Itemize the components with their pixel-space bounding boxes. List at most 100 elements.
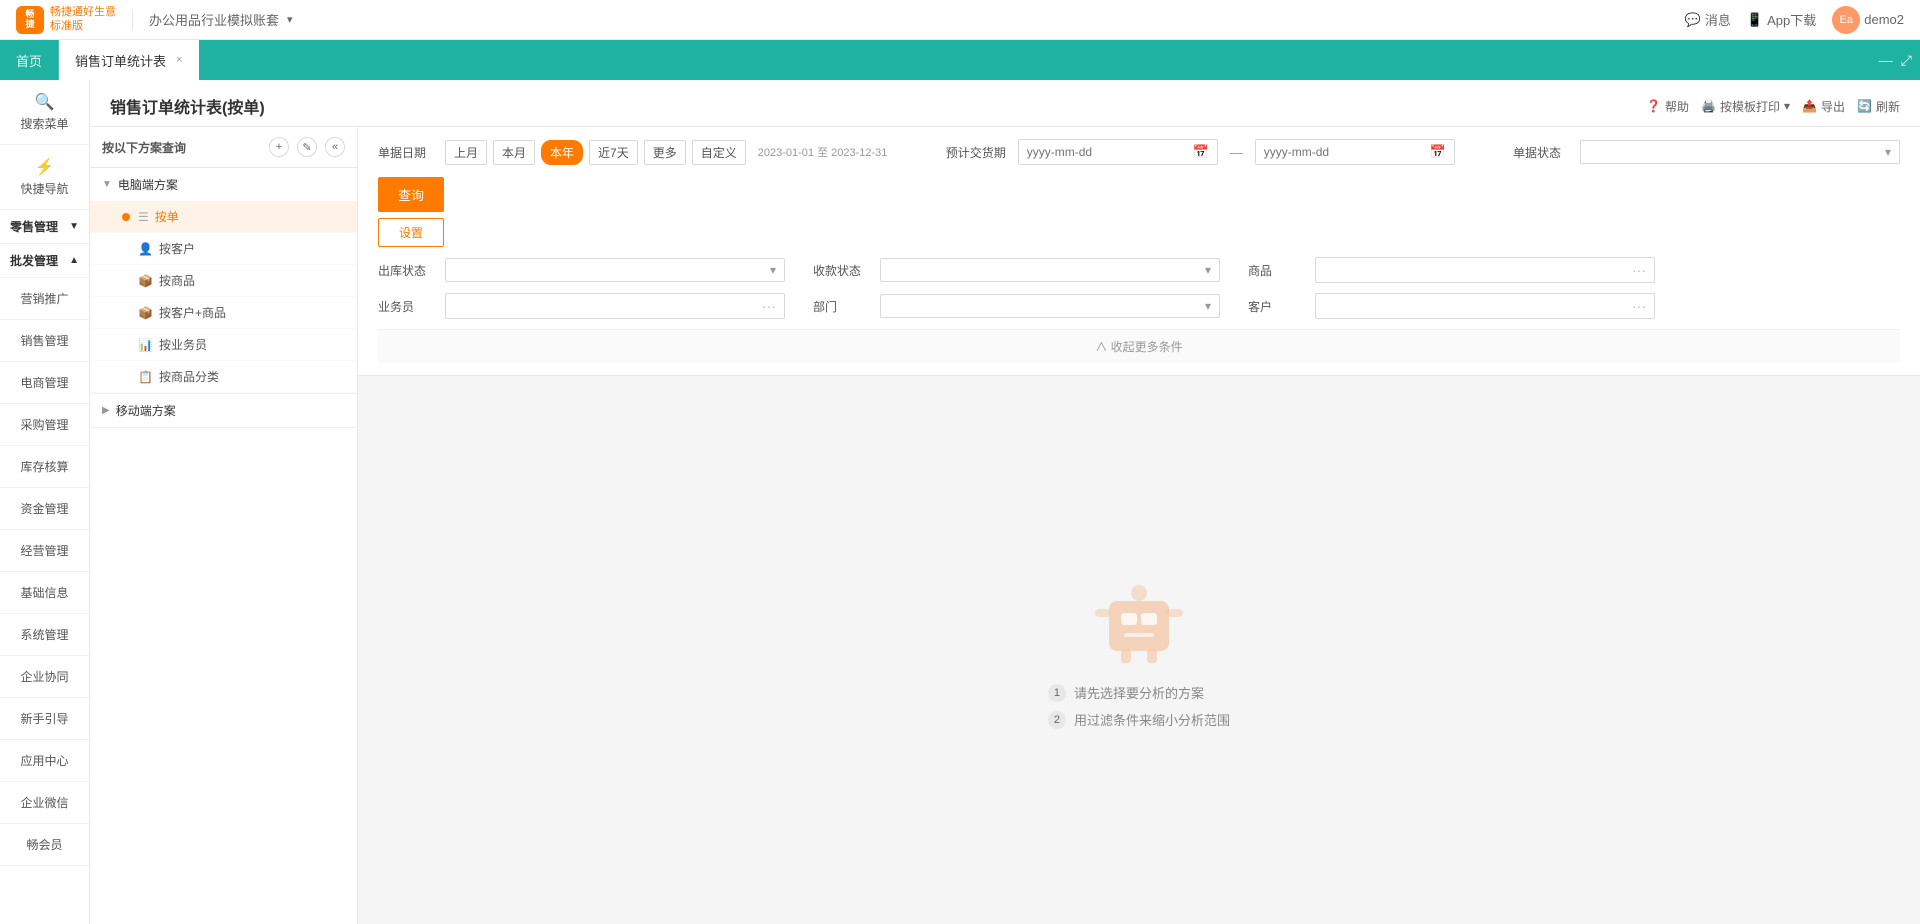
status-label: 单据状态 xyxy=(1513,144,1568,161)
salesperson-input-wrap[interactable]: ··· xyxy=(445,293,785,319)
refresh-btn[interactable]: 🔄 刷新 xyxy=(1857,98,1900,115)
quick-nav-icon: ⚡ xyxy=(35,157,55,177)
sidebar-item-finance[interactable]: 资金管理 xyxy=(0,488,89,530)
tab-minimize-btn[interactable]: — xyxy=(1879,52,1893,68)
scheme-group-mobile-header[interactable]: ▶ 移动端方案 xyxy=(90,394,357,427)
scheme-item-by-product-category[interactable]: 📋 按商品分类 xyxy=(90,361,357,393)
payment-dropdown-icon: ▾ xyxy=(1205,263,1211,277)
date-btn-this-year[interactable]: 本年 xyxy=(541,140,583,165)
salesperson-label: 业务员 xyxy=(378,298,433,315)
sidebar-item-wechat[interactable]: 企业微信 xyxy=(0,782,89,824)
sidebar-item-enterprise[interactable]: 企业协同 xyxy=(0,656,89,698)
scheme-item-by-customer-product[interactable]: 📦 按客户+商品 xyxy=(90,297,357,329)
sidebar-item-marketing[interactable]: 营销推广 xyxy=(0,278,89,320)
tab-maximize-btn[interactable]: ⤢ xyxy=(1901,52,1912,69)
customer-more-icon[interactable]: ··· xyxy=(1632,298,1646,314)
date-btn-this-month[interactable]: 本月 xyxy=(493,140,535,165)
customer-label: 客户 xyxy=(1248,298,1303,315)
product-more-icon[interactable]: ··· xyxy=(1632,262,1646,278)
sidebar-item-retail[interactable]: 零售管理 ▼ xyxy=(0,210,89,244)
sidebar-item-basic[interactable]: 基础信息 xyxy=(0,572,89,614)
sidebar-item-quick-nav[interactable]: ⚡ 快捷导航 xyxy=(0,145,89,210)
sidebar-item-search[interactable]: 🔍 搜索菜单 xyxy=(0,80,89,145)
scheme-item-by-customer[interactable]: 👤 按客户 xyxy=(90,233,357,265)
topbar-dropdown-icon[interactable]: ▾ xyxy=(287,13,293,26)
status-select[interactable]: ▾ xyxy=(1580,140,1900,164)
collapse-bar[interactable]: ∧ 收起更多条件 xyxy=(378,329,1900,363)
scheme-item-by-order[interactable]: ☰ 按单 xyxy=(90,201,357,233)
dept-select[interactable]: ▾ xyxy=(880,294,1220,318)
sidebar-item-wholesale[interactable]: 批发管理 ▲ xyxy=(0,244,89,278)
date-btn-last-month[interactable]: 上月 xyxy=(445,140,487,165)
payment-status-label: 收款状态 xyxy=(813,262,868,279)
pc-group-toggle-icon: ▼ xyxy=(102,179,112,190)
sidebar-item-purchase[interactable]: 采购管理 xyxy=(0,404,89,446)
user-menu[interactable]: Ea demo2 xyxy=(1832,6,1904,34)
date-btn-custom[interactable]: 自定义 xyxy=(692,140,746,165)
scheme-group-pc-header[interactable]: ▼ 电脑端方案 xyxy=(90,168,357,201)
sidebar-item-operations[interactable]: 经营管理 xyxy=(0,530,89,572)
app-title: 办公用品行业模拟账套 xyxy=(149,10,279,29)
expected-date-end-input[interactable] xyxy=(1264,145,1424,159)
tab-close-icon[interactable]: × xyxy=(176,54,182,66)
scheme-group-pc: ▼ 电脑端方案 ☰ 按单 👤 按客户 📦 xyxy=(90,168,357,394)
filter-row-3: 业务员 ··· 部门 ▾ 客户 ··· xyxy=(378,293,1900,319)
shipment-status-select[interactable]: ▾ xyxy=(445,258,785,282)
scheme-edit-btn[interactable]: ✎ xyxy=(297,137,317,157)
setting-btn[interactable]: 设置 xyxy=(378,218,444,247)
payment-status-select[interactable]: ▾ xyxy=(880,258,1220,282)
sidebar-item-inventory[interactable]: 库存核算 xyxy=(0,446,89,488)
expected-date-start-wrap[interactable]: 📅 xyxy=(1018,139,1218,165)
expected-date-start-input[interactable] xyxy=(1027,145,1187,159)
sidebar-item-membership[interactable]: 畅会员 xyxy=(0,824,89,866)
empty-illustration xyxy=(1079,571,1199,671)
retail-arrow-icon: ▼ xyxy=(69,221,79,232)
wholesale-arrow-icon: ▲ xyxy=(69,255,79,266)
collapse-icon: ∧ xyxy=(1095,340,1110,354)
help-btn[interactable]: ❓ 帮助 xyxy=(1646,98,1689,115)
filter-row-2: 出库状态 ▾ 收款状态 ▾ 商品 ··· xyxy=(378,257,1900,283)
avatar: Ea xyxy=(1832,6,1860,34)
customer-input[interactable] xyxy=(1324,299,1632,313)
scheme-add-btn[interactable]: + xyxy=(269,137,289,157)
content-area: 销售订单统计表(按单) ❓ 帮助 🖨️ 按模板打印 ▾ 📤 导出 🔄 刷新 xyxy=(90,80,1920,924)
tab-home[interactable]: 首页 xyxy=(0,40,59,80)
export-btn[interactable]: 📤 导出 xyxy=(1802,98,1845,115)
product-input-wrap[interactable]: ··· xyxy=(1315,257,1655,283)
date-dash: — xyxy=(1230,145,1243,160)
tip-num-2: 2 xyxy=(1048,711,1066,729)
product-input[interactable] xyxy=(1324,263,1632,277)
print-btn[interactable]: 🖨️ 按模板打印 ▾ xyxy=(1701,98,1790,115)
calendar-icon-2: 📅 xyxy=(1430,144,1446,160)
export-icon: 📤 xyxy=(1802,99,1817,113)
query-btn[interactable]: 查询 xyxy=(378,177,444,212)
help-icon: ❓ xyxy=(1646,99,1661,113)
date-btn-more[interactable]: 更多 xyxy=(644,140,686,165)
customer-input-wrap[interactable]: ··· xyxy=(1315,293,1655,319)
tabbar: 首页 销售订单统计表 × — ⤢ xyxy=(0,40,1920,80)
by-order-icon: ☰ xyxy=(138,210,149,224)
topbar-right: 💬 消息 📱 App下载 Ea demo2 xyxy=(1685,6,1904,34)
scheme-header-actions: + ✎ « xyxy=(269,137,345,157)
salesperson-more-icon[interactable]: ··· xyxy=(762,298,776,314)
scheme-collapse-btn[interactable]: « xyxy=(325,137,345,157)
by-product-category-icon: 📋 xyxy=(138,370,153,384)
salesperson-input[interactable] xyxy=(454,299,762,313)
logo-text: 畅捷通好生意 标准版 xyxy=(50,6,116,32)
sidebar-item-apps[interactable]: 应用中心 xyxy=(0,740,89,782)
scheme-item-by-product[interactable]: 📦 按商品 xyxy=(90,265,357,297)
date-btn-last-7-days[interactable]: 近7天 xyxy=(589,140,638,165)
tab-sales-order-stat[interactable]: 销售订单统计表 × xyxy=(59,40,199,80)
message-btn[interactable]: 💬 消息 xyxy=(1685,10,1731,29)
sidebar-item-sales[interactable]: 销售管理 xyxy=(0,320,89,362)
app-download-btn[interactable]: 📱 App下载 xyxy=(1747,10,1816,29)
print-dropdown-icon: ▾ xyxy=(1784,99,1790,113)
sidebar-item-system[interactable]: 系统管理 xyxy=(0,614,89,656)
scheme-item-by-salesperson[interactable]: 📊 按业务员 xyxy=(90,329,357,361)
sidebar-item-ecommerce[interactable]: 电商管理 xyxy=(0,362,89,404)
sidebar-item-onboarding[interactable]: 新手引导 xyxy=(0,698,89,740)
topbar-left: 畅捷 畅捷通好生意 标准版 办公用品行业模拟账套 ▾ xyxy=(16,6,293,34)
expected-date-end-wrap[interactable]: 📅 xyxy=(1255,139,1455,165)
empty-tips: 1 请先选择要分析的方案 2 用过滤条件来缩小分析范围 xyxy=(1048,683,1230,729)
dept-dropdown-icon: ▾ xyxy=(1205,299,1211,313)
